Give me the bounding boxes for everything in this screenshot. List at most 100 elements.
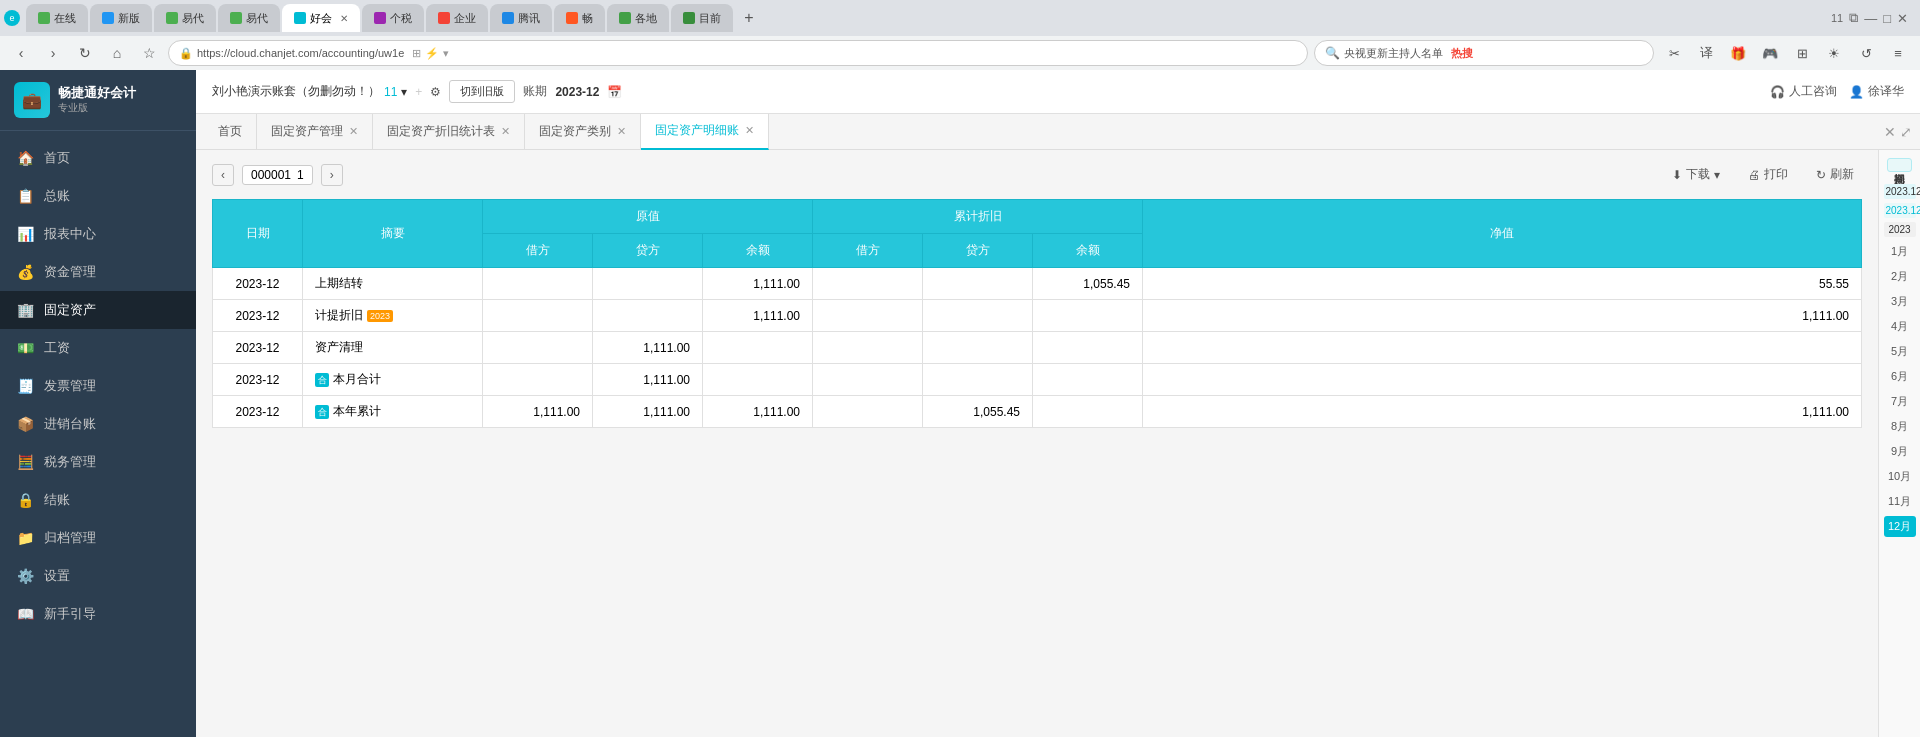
prev-account-button[interactable]: ‹ <box>212 164 234 186</box>
period-item-7[interactable]: 7月 <box>1884 391 1916 412</box>
content-area: ‹ 000001 1 › ⬇ 下载 ▾ 🖨 打 <box>196 150 1920 737</box>
forward-button[interactable]: › <box>40 40 66 66</box>
translate-icon[interactable]: 译 <box>1692 39 1720 67</box>
headset-icon: 🎧 <box>1770 85 1785 99</box>
sidebar-item-settings[interactable]: ⚙️ 设置 <box>0 557 196 595</box>
close-all-tabs-icon[interactable]: ✕ <box>1884 124 1896 140</box>
tab-geshui[interactable]: 个税 <box>362 4 424 32</box>
tab-qiye[interactable]: 企业 <box>426 4 488 32</box>
period-item-6[interactable]: 6月 <box>1884 366 1916 387</box>
grid-icon[interactable]: ⊞ <box>1788 39 1816 67</box>
browser-toolbar: ‹ › ↻ ⌂ ☆ 🔒 https://cloud.chanjet.com/ac… <box>0 36 1920 70</box>
minimize-window-icon[interactable]: — <box>1864 11 1877 26</box>
sidebar-item-general-ledger[interactable]: 📋 总账 <box>0 177 196 215</box>
period-2023-12-selected[interactable]: 2023.12 <box>1884 184 1916 199</box>
tab-yidai1[interactable]: 易代 <box>154 4 216 32</box>
address-bar[interactable]: 🔒 https://cloud.chanjet.com/accounting/u… <box>168 40 1308 66</box>
account-selector[interactable]: 刘小艳演示账套（勿删勿动！） 11 ▾ <box>212 83 407 100</box>
user-button[interactable]: 👤 徐译华 <box>1849 83 1904 100</box>
tab-yidai2[interactable]: 易代 <box>218 4 280 32</box>
tab-shumu[interactable]: 目前 <box>671 4 733 32</box>
tab-favicon-yidai2 <box>230 12 242 24</box>
game-icon[interactable]: 🎮 <box>1756 39 1784 67</box>
new-tab-button[interactable]: + <box>735 4 763 32</box>
sidebar-item-reports[interactable]: 📊 报表中心 <box>0 215 196 253</box>
period-item-1[interactable]: 1月 <box>1884 241 1916 262</box>
sidebar-item-invoices[interactable]: 🧾 发票管理 <box>0 367 196 405</box>
download-icon: ⬇ <box>1672 168 1682 182</box>
period-selector-label[interactable]: 期间选择 <box>1887 158 1912 172</box>
service-button[interactable]: 🎧 人工咨询 <box>1770 83 1837 100</box>
history-icon[interactable]: ↺ <box>1852 39 1880 67</box>
scissors-icon[interactable]: ✂ <box>1660 39 1688 67</box>
period-item-4[interactable]: 4月 <box>1884 316 1916 337</box>
page-tab-close-fixed-asset-cat[interactable]: ✕ <box>617 125 626 138</box>
period-item-3[interactable]: 3月 <box>1884 291 1916 312</box>
page-tab-close-fixed-asset-depr[interactable]: ✕ <box>501 125 510 138</box>
tab-favicon-yidai1 <box>166 12 178 24</box>
page-tab-fixed-asset-mgmt[interactable]: 固定资产管理 ✕ <box>257 114 373 150</box>
sidebar-item-archive[interactable]: 📁 归档管理 <box>0 519 196 557</box>
cell-summary: 合本年累计 <box>303 396 483 428</box>
search-bar[interactable]: 🔍 央视更新主持人名单 热搜 <box>1314 40 1654 66</box>
page-tab-fixed-asset-depr[interactable]: 固定资产折旧统计表 ✕ <box>373 114 525 150</box>
close-window-icon[interactable]: ✕ <box>1897 11 1908 26</box>
home-button[interactable]: ⌂ <box>104 40 130 66</box>
cell-date: 2023-12 <box>213 332 303 364</box>
sidebar-item-fixed-assets[interactable]: 🏢 固定资产 <box>0 291 196 329</box>
period-item-2[interactable]: 2月 <box>1884 266 1916 287</box>
page-tab-fixed-asset-cat[interactable]: 固定资产类别 ✕ <box>525 114 641 150</box>
tab-favicon-chang <box>566 12 578 24</box>
print-button[interactable]: 🖨 打印 <box>1740 162 1796 187</box>
sidebar-item-payroll[interactable]: 💵 工资 <box>0 329 196 367</box>
brightness-icon[interactable]: ☀ <box>1820 39 1848 67</box>
next-account-button[interactable]: › <box>321 164 343 186</box>
sidebar-item-guide[interactable]: 📖 新手引导 <box>0 595 196 633</box>
period-item-10[interactable]: 10月 <box>1884 466 1916 487</box>
sidebar-item-purchase-sale[interactable]: 📦 进销台账 <box>0 405 196 443</box>
refresh-ledger-button[interactable]: ↻ 刷新 <box>1808 162 1862 187</box>
sidebar-item-home[interactable]: 🏠 首页 <box>0 139 196 177</box>
cell-depr-balance <box>1033 300 1143 332</box>
sidebar-item-funds[interactable]: 💰 资金管理 <box>0 253 196 291</box>
th-depr-credit: 贷方 <box>923 234 1033 268</box>
tab-chang[interactable]: 畅 <box>554 4 605 32</box>
sidebar-item-closing[interactable]: 🔒 结账 <box>0 481 196 519</box>
switch-version-button[interactable]: 切到旧版 <box>449 80 515 103</box>
period-item-12[interactable]: 12月 <box>1884 516 1916 537</box>
tab-gedi[interactable]: 各地 <box>607 4 669 32</box>
period-item-9[interactable]: 9月 <box>1884 441 1916 462</box>
period-item-8[interactable]: 8月 <box>1884 416 1916 437</box>
wallet-icon[interactable]: 🎁 <box>1724 39 1752 67</box>
menu-icon[interactable]: ≡ <box>1884 39 1912 67</box>
expand-tabs-icon[interactable]: ⤢ <box>1900 124 1912 140</box>
page-tab-fixed-asset-ledger[interactable]: 固定资产明细账 ✕ <box>641 114 769 150</box>
tab-zaixian[interactable]: 在线 <box>26 4 88 32</box>
sidebar-item-general-ledger-label: 总账 <box>44 187 70 205</box>
cell-date: 2023-12 <box>213 396 303 428</box>
restore-window-icon[interactable]: ⧉ <box>1849 10 1858 26</box>
cell-depr-credit <box>923 332 1033 364</box>
tab-close-haohao[interactable]: ✕ <box>340 13 348 24</box>
period-2023-year[interactable]: 2023 <box>1884 222 1916 237</box>
tab-tengxun[interactable]: 腾讯 <box>490 4 552 32</box>
page-tab-close-fixed-asset-ledger[interactable]: ✕ <box>745 124 754 137</box>
page-tab-home[interactable]: 首页 <box>204 114 257 150</box>
refresh-button[interactable]: ↻ <box>72 40 98 66</box>
period-item-5[interactable]: 5月 <box>1884 341 1916 362</box>
settings-cog-icon[interactable]: ⚙ <box>430 85 441 99</box>
bookmark-button[interactable]: ☆ <box>136 40 162 66</box>
account-code-box: 000001 1 <box>242 165 313 185</box>
download-button[interactable]: ⬇ 下载 ▾ <box>1664 162 1728 187</box>
maximize-window-icon[interactable]: □ <box>1883 11 1891 26</box>
tab-haohao[interactable]: 好会 ✕ <box>282 4 360 32</box>
sidebar-item-tax[interactable]: 🧮 税务管理 <box>0 443 196 481</box>
tab-xin[interactable]: 新版 <box>90 4 152 32</box>
cell-summary: 资产清理 <box>303 332 483 364</box>
back-button[interactable]: ‹ <box>8 40 34 66</box>
page-tab-close-fixed-asset-mgmt[interactable]: ✕ <box>349 125 358 138</box>
calendar-icon[interactable]: 📅 <box>607 85 622 99</box>
period-2023-12-highlighted[interactable]: 2023.12 <box>1884 203 1916 218</box>
browser-chrome: e 在线 新版 易代 易代 好会 ✕ 个税 企业 <box>0 0 1920 70</box>
period-item-11[interactable]: 11月 <box>1884 491 1916 512</box>
